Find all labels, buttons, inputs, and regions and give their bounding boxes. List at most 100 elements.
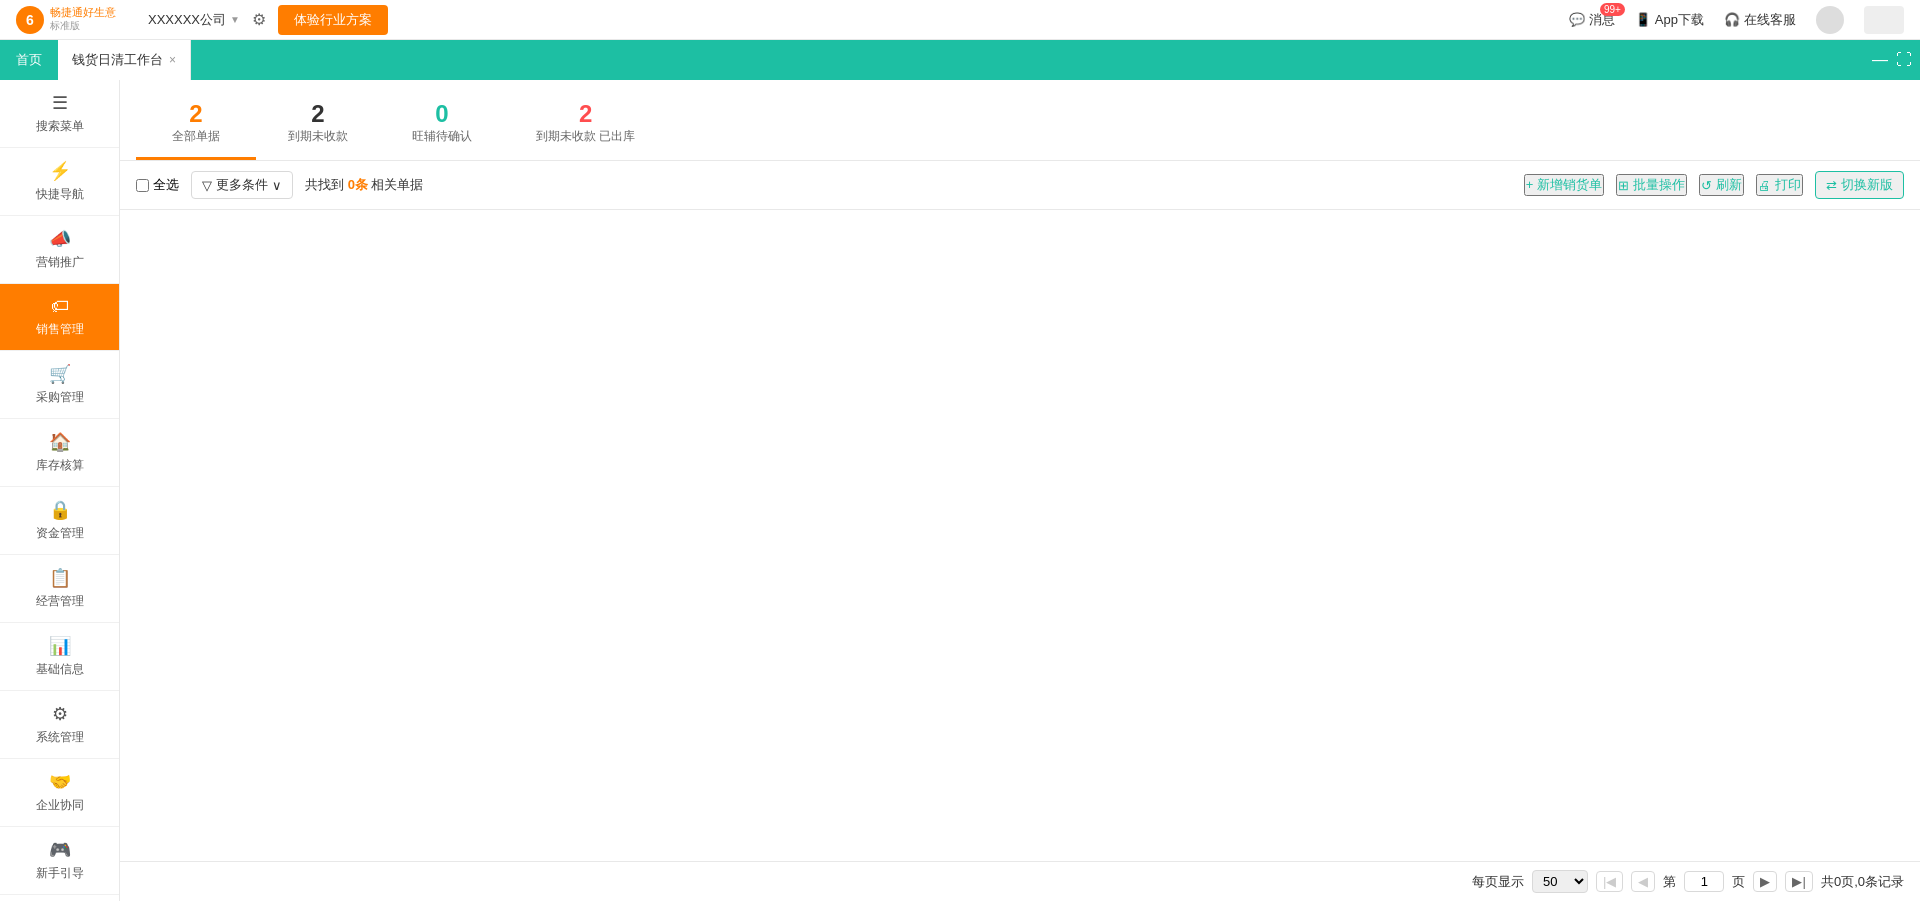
tab-qianhuoricheng[interactable]: 钱货日清工作台 ×	[58, 40, 191, 80]
found-count: 0条	[348, 177, 368, 192]
page-number-input[interactable]	[1684, 871, 1724, 892]
search-menu-icon: ☰	[52, 92, 68, 114]
batch-label: 批量操作	[1633, 176, 1685, 194]
batch-operation-button[interactable]: ⊞ 批量操作	[1616, 174, 1687, 196]
settings-icon[interactable]: ⚙	[252, 10, 266, 29]
tab-close-icon[interactable]: ×	[169, 53, 176, 67]
stat-tab-all[interactable]: 2 全部单据	[136, 92, 256, 160]
online-service-label: 在线客服	[1744, 11, 1796, 29]
guide-icon: 🎮	[49, 839, 71, 861]
sidebar-item-guide[interactable]: 🎮 新手引导	[0, 827, 119, 895]
print-button[interactable]: 🖨 打印	[1756, 174, 1803, 196]
content-area: 2 全部单据 2 到期未收款 0 旺辅待确认 2 到期未收款 已出库 全选	[120, 80, 1920, 901]
sidebar-item-label: 经营管理	[36, 593, 84, 610]
tab-bar: 首页 钱货日清工作台 × — ⛶	[0, 40, 1920, 80]
last-page-button[interactable]: ▶|	[1785, 871, 1812, 892]
tab-maximize-button[interactable]: ⛶	[1896, 51, 1912, 69]
try-industry-button[interactable]: 体验行业方案	[278, 5, 388, 35]
clipboard-icon: 📋	[49, 567, 71, 589]
tab-actions: — ⛶	[1872, 51, 1920, 69]
refresh-label: 刷新	[1716, 176, 1742, 194]
company-name: XXXXXX公司	[148, 11, 226, 29]
select-all-label: 全选	[153, 176, 179, 194]
sidebar-item-sales[interactable]: 🏷 销售管理	[0, 284, 119, 351]
message-badge: 99+	[1600, 3, 1625, 16]
logo-text-area: 畅捷通好生意 标准版	[50, 6, 116, 33]
stats-tabs: 2 全部单据 2 到期未收款 0 旺辅待确认 2 到期未收款 已出库	[120, 80, 1920, 161]
gear-icon: ⚙	[52, 703, 68, 725]
top-bar-left: 6 畅捷通好生意 标准版 XXXXXX公司 ▼ ⚙ 体验行业方案	[16, 5, 388, 35]
logo-area: 6 畅捷通好生意 标准版	[16, 6, 136, 34]
tag-icon: 🏷	[51, 296, 69, 317]
sidebar-item-label: 系统管理	[36, 729, 84, 746]
sidebar-item-inventory[interactable]: 🏠 库存核算	[0, 419, 119, 487]
top-bar: 6 畅捷通好生意 标准版 XXXXXX公司 ▼ ⚙ 体验行业方案 💬 消息 99…	[0, 0, 1920, 40]
stat-label-overdue: 到期未收款	[288, 128, 348, 145]
sidebar-item-appstore[interactable]: 📦 应用中心	[0, 895, 119, 901]
found-prefix: 共找到	[305, 177, 344, 192]
sidebar-item-enterprise[interactable]: 🤝 企业协同	[0, 759, 119, 827]
sidebar-item-marketing[interactable]: 📣 营销推广	[0, 216, 119, 284]
refresh-button[interactable]: ↺ 刷新	[1699, 174, 1744, 196]
message-icon: 💬	[1569, 12, 1585, 27]
app-download-icon: 📱	[1635, 12, 1651, 27]
sidebar-item-label: 基础信息	[36, 661, 84, 678]
stat-tab-pending[interactable]: 0 旺辅待确认	[380, 92, 504, 160]
filter-btn-label: 更多条件	[216, 176, 268, 194]
app-download-button[interactable]: 📱 App下载	[1635, 11, 1704, 29]
stat-tab-overdue[interactable]: 2 到期未收款	[256, 92, 380, 160]
chevron-down-icon: ∨	[272, 178, 282, 193]
logo-sub: 标准版	[50, 19, 116, 33]
sidebar-item-search[interactable]: ☰ 搜索菜单	[0, 80, 119, 148]
first-page-button[interactable]: |◀	[1596, 871, 1623, 892]
main-layout: ☰ 搜索菜单 ⚡ 快捷导航 📣 营销推广 🏷 销售管理 🛒 采购管理 🏠 库存核…	[0, 80, 1920, 901]
sidebar-item-basic[interactable]: 📊 基础信息	[0, 623, 119, 691]
message-button[interactable]: 💬 消息 99+	[1569, 11, 1615, 29]
stat-num-overdue: 2	[311, 100, 324, 128]
sidebar-item-label: 企业协同	[36, 797, 84, 814]
sidebar-item-capital[interactable]: 🔒 资金管理	[0, 487, 119, 555]
more-filter-button[interactable]: ▽ 更多条件 ∨	[191, 171, 293, 199]
filter-icon: ▽	[202, 178, 212, 193]
per-page-label: 每页显示	[1472, 873, 1524, 891]
sidebar: ☰ 搜索菜单 ⚡ 快捷导航 📣 营销推广 🏷 销售管理 🛒 采购管理 🏠 库存核…	[0, 80, 120, 901]
switch-label: 切换新版	[1841, 176, 1893, 194]
company-selector[interactable]: XXXXXX公司 ▼	[148, 11, 240, 29]
sidebar-item-system[interactable]: ⚙ 系统管理	[0, 691, 119, 759]
sidebar-item-operation[interactable]: 📋 经营管理	[0, 555, 119, 623]
stat-tab-shipped[interactable]: 2 到期未收款 已出库	[504, 92, 667, 160]
prev-page-button[interactable]: ◀	[1631, 871, 1655, 892]
stat-label-pending: 旺辅待确认	[412, 128, 472, 145]
cart-icon: 🛒	[49, 363, 71, 385]
lightning-icon: ⚡	[49, 160, 71, 182]
add-sales-order-button[interactable]: + 新增销货单	[1524, 174, 1604, 196]
sidebar-item-label: 搜索菜单	[36, 118, 84, 135]
select-all-input[interactable]	[136, 179, 149, 192]
logo-icon: 6	[16, 6, 44, 34]
online-service-button[interactable]: 🎧 在线客服	[1724, 11, 1796, 29]
next-page-button[interactable]: ▶	[1753, 871, 1777, 892]
per-page-select[interactable]: 50 100 200	[1532, 870, 1588, 893]
user-name-area[interactable]	[1864, 6, 1904, 34]
sidebar-item-label: 资金管理	[36, 525, 84, 542]
tab-minimize-button[interactable]: —	[1872, 51, 1888, 69]
logo-name: 畅捷通好生意	[50, 6, 116, 19]
sidebar-item-purchase[interactable]: 🛒 采购管理	[0, 351, 119, 419]
app-download-label: App下载	[1655, 11, 1704, 29]
sidebar-item-label: 采购管理	[36, 389, 84, 406]
sidebar-item-label: 快捷导航	[36, 186, 84, 203]
table-area	[120, 210, 1920, 861]
tab-home[interactable]: 首页	[0, 40, 58, 80]
megaphone-icon: 📣	[49, 228, 71, 250]
sidebar-item-label: 营销推广	[36, 254, 84, 271]
switch-new-version-button[interactable]: ⇄ 切换新版	[1815, 171, 1904, 199]
stat-num-shipped: 2	[579, 100, 592, 128]
avatar[interactable]	[1816, 6, 1844, 34]
page-label: 第	[1663, 873, 1676, 891]
stat-num-all: 2	[189, 100, 202, 128]
select-all-checkbox[interactable]: 全选	[136, 176, 179, 194]
sidebar-item-shortcut[interactable]: ⚡ 快捷导航	[0, 148, 119, 216]
print-icon: 🖨	[1758, 178, 1771, 193]
toolbar: 全选 ▽ 更多条件 ∨ 共找到 0条 相关单据 + 新增销货单 ⊞ 批量操作	[120, 161, 1920, 210]
batch-icon: ⊞	[1618, 178, 1629, 193]
